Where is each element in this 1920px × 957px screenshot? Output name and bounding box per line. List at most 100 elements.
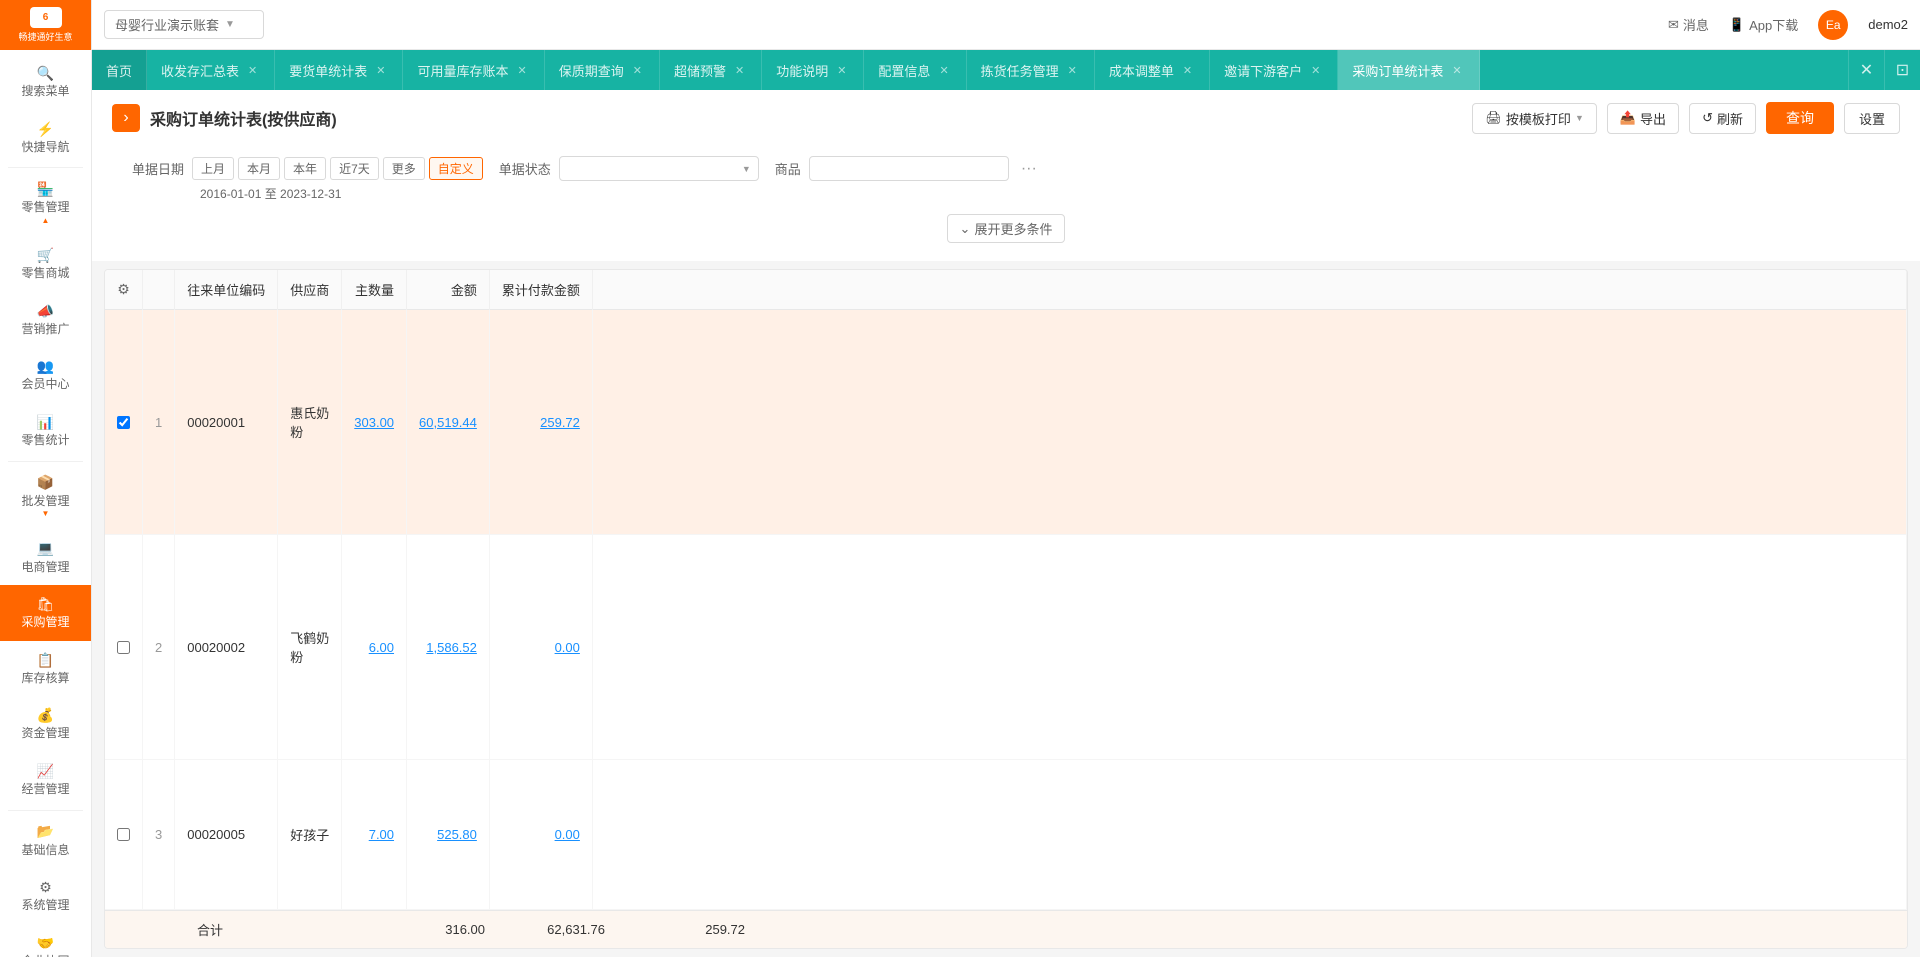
row2-paid[interactable]: 0.00	[489, 535, 592, 760]
sidebar-item-wholesale[interactable]: 📦 批发管理 ▼	[0, 464, 91, 530]
arrow-up-icon: ▲	[42, 216, 50, 226]
row2-index: 2	[143, 535, 175, 760]
row1-paid[interactable]: 259.72	[489, 310, 592, 535]
table-row[interactable]: 3 00020005 好孩子 7.00 525.80 0.00	[105, 760, 1907, 910]
row3-paid[interactable]: 0.00	[489, 760, 592, 910]
sidebar-item-inventory[interactable]: 📋 库存核算	[0, 641, 91, 697]
tab-config-info[interactable]: 配置信息 ✕	[864, 50, 966, 90]
expand-more-btn[interactable]: ⌄ 展开更多条件	[947, 214, 1066, 243]
sidebar-item-retail-stats-label: 零售统计	[21, 433, 69, 449]
message-btn[interactable]: ✉ 消息	[1668, 15, 1709, 34]
nav-maximize-btn[interactable]: ⊡	[1884, 50, 1920, 90]
nav-close-btn[interactable]: ✕	[1848, 50, 1884, 90]
tab-purchase-stats-label: 采购订单统计表	[1352, 61, 1443, 80]
row3-checkbox[interactable]	[105, 760, 143, 910]
sidebar-item-quicknav[interactable]: ⚡ 快捷导航	[0, 110, 91, 166]
sidebar-item-retail-stats[interactable]: 📊 零售统计	[0, 403, 91, 459]
tab-close-purchase-stats[interactable]: ✕	[1449, 62, 1464, 79]
export-btn[interactable]: 📤 导出	[1607, 103, 1679, 134]
tab-home[interactable]: 首页	[92, 50, 147, 90]
tab-close-config-info[interactable]: ✕	[936, 62, 951, 79]
sidebar-item-system[interactable]: ⚙ 系统管理	[0, 868, 91, 924]
date-custom-badge[interactable]: 自定义	[429, 157, 483, 180]
sidebar-item-retail-mgmt[interactable]: 🏪 零售管理 ▲	[0, 170, 91, 236]
row1-amount[interactable]: 60,519.44	[407, 310, 490, 535]
row2-amount[interactable]: 1,586.52	[407, 535, 490, 760]
date-range-display: 2016-01-01 至 2023-12-31	[200, 185, 1880, 202]
user-avatar[interactable]: Ea	[1818, 10, 1848, 40]
col-code: 往来单位编码	[175, 270, 278, 310]
table-header: ⚙ 往来单位编码 供应商 主数量 金额 累计付款金额	[105, 270, 1907, 310]
tab-available-inventory[interactable]: 可用量库存账本 ✕	[403, 50, 544, 90]
page-title-row: › 采购订单统计表(按供应商) 🖨 按模板打印 ▼ 📤 导出 ↺	[112, 102, 1900, 134]
row2-checkbox[interactable]	[105, 535, 143, 760]
tab-overstock-warning[interactable]: 超储预警 ✕	[660, 50, 762, 90]
refresh-btn[interactable]: ↺ 刷新	[1689, 103, 1756, 134]
tab-close-pick-task[interactable]: ✕	[1065, 62, 1080, 79]
tab-close-inventory-summary[interactable]: ✕	[245, 62, 260, 79]
sidebar-item-operation[interactable]: 📈 经营管理	[0, 752, 91, 808]
tab-inventory-summary[interactable]: 收发存汇总表 ✕	[147, 50, 275, 90]
tab-close-available-inventory[interactable]: ✕	[515, 62, 530, 79]
tab-close-invite-downstream[interactable]: ✕	[1308, 62, 1323, 79]
chevron-down-icon: ⌄	[960, 221, 971, 237]
row3-checkbox-input[interactable]	[117, 828, 130, 841]
sidebar-item-search[interactable]: 🔍 搜索菜单	[0, 54, 91, 110]
table-settings-icon[interactable]: ⚙	[117, 281, 130, 298]
table-row[interactable]: 1 00020001 惠氏奶粉 303.00 60,519.44 259.72	[105, 310, 1907, 535]
warehouse-selector[interactable]: 母婴行业演示账套 ▼	[104, 10, 264, 39]
tab-order-stats[interactable]: 要货单统计表 ✕	[275, 50, 403, 90]
row2-checkbox-input[interactable]	[117, 641, 130, 654]
row1-checkbox[interactable]	[105, 310, 143, 535]
toggle-sidebar-btn[interactable]: ›	[112, 104, 140, 132]
filter-dots-icon[interactable]: ···	[1017, 160, 1041, 178]
row3-quantity[interactable]: 7.00	[342, 760, 407, 910]
sidebar-item-basic-info[interactable]: 📂 基础信息	[0, 813, 91, 869]
tab-invite-downstream[interactable]: 邀请下游客户 ✕	[1210, 50, 1338, 90]
row3-amount[interactable]: 525.80	[407, 760, 490, 910]
date-btn-this-year[interactable]: 本年	[284, 157, 326, 180]
retail-shop-icon: 🛒	[37, 246, 55, 264]
sidebar-item-retail-shop[interactable]: 🛒 零售商城	[0, 236, 91, 292]
sidebar-item-member[interactable]: 👥 会员中心	[0, 347, 91, 403]
sidebar-item-collab[interactable]: 🤝 企业协同	[0, 924, 91, 957]
settings-btn[interactable]: 设置	[1844, 103, 1900, 134]
status-filter-label: 单据状态	[499, 159, 551, 178]
tab-cost-adjust[interactable]: 成本调整单 ✕	[1095, 50, 1210, 90]
date-btn-this-month[interactable]: 本月	[238, 157, 280, 180]
tab-close-overstock-warning[interactable]: ✕	[732, 62, 747, 79]
logo-text: 畅捷通好生意	[18, 30, 72, 43]
template-print-btn[interactable]: 🖨 按模板打印 ▼	[1472, 103, 1596, 134]
sidebar-item-marketing[interactable]: 📣 营销推广	[0, 292, 91, 348]
sidebar-item-member-label: 会员中心	[21, 377, 69, 393]
tab-close-function-desc[interactable]: ✕	[834, 62, 849, 79]
query-btn[interactable]: 查询	[1766, 102, 1834, 134]
row1-quantity[interactable]: 303.00	[342, 310, 407, 535]
tab-overstock-warning-label: 超储预警	[674, 61, 726, 80]
date-btn-last-month[interactable]: 上月	[192, 157, 234, 180]
sidebar-item-ecommerce[interactable]: 💻 电商管理	[0, 530, 91, 586]
tab-purchase-stats[interactable]: 采购订单统计表 ✕	[1338, 50, 1479, 90]
row2-quantity[interactable]: 6.00	[342, 535, 407, 760]
tab-close-cost-adjust[interactable]: ✕	[1180, 62, 1195, 79]
goods-input[interactable]	[809, 156, 1009, 181]
row3-extra	[592, 760, 1906, 910]
tab-pick-task[interactable]: 拣货任务管理 ✕	[967, 50, 1095, 90]
date-btn-more[interactable]: 更多	[383, 157, 425, 180]
sidebar-item-finance[interactable]: 💰 资金管理	[0, 696, 91, 752]
table-row[interactable]: 2 00020002 飞鹤奶粉 6.00 1,586.52 0.00	[105, 535, 1907, 760]
sidebar-item-purchase[interactable]: 🛍 采购管理	[0, 585, 91, 641]
app-download-btn[interactable]: 📱 App下载	[1729, 15, 1798, 34]
page-content: › 采购订单统计表(按供应商) 🖨 按模板打印 ▼ 📤 导出 ↺	[92, 90, 1920, 957]
tab-expiry-query[interactable]: 保质期查询 ✕	[545, 50, 660, 90]
row1-checkbox-input[interactable]	[117, 416, 130, 429]
tab-function-desc[interactable]: 功能说明 ✕	[762, 50, 864, 90]
status-select[interactable]	[559, 156, 759, 181]
filter-more-row: ⌄ 展开更多条件	[132, 202, 1880, 251]
warehouse-chevron-icon: ▼	[225, 19, 235, 30]
date-btn-7days[interactable]: 近7天	[330, 157, 379, 180]
tab-close-expiry-query[interactable]: ✕	[630, 62, 645, 79]
tab-close-order-stats[interactable]: ✕	[373, 62, 388, 79]
tab-invite-downstream-label: 邀请下游客户	[1224, 61, 1302, 80]
export-icon: 📤	[1620, 110, 1636, 126]
